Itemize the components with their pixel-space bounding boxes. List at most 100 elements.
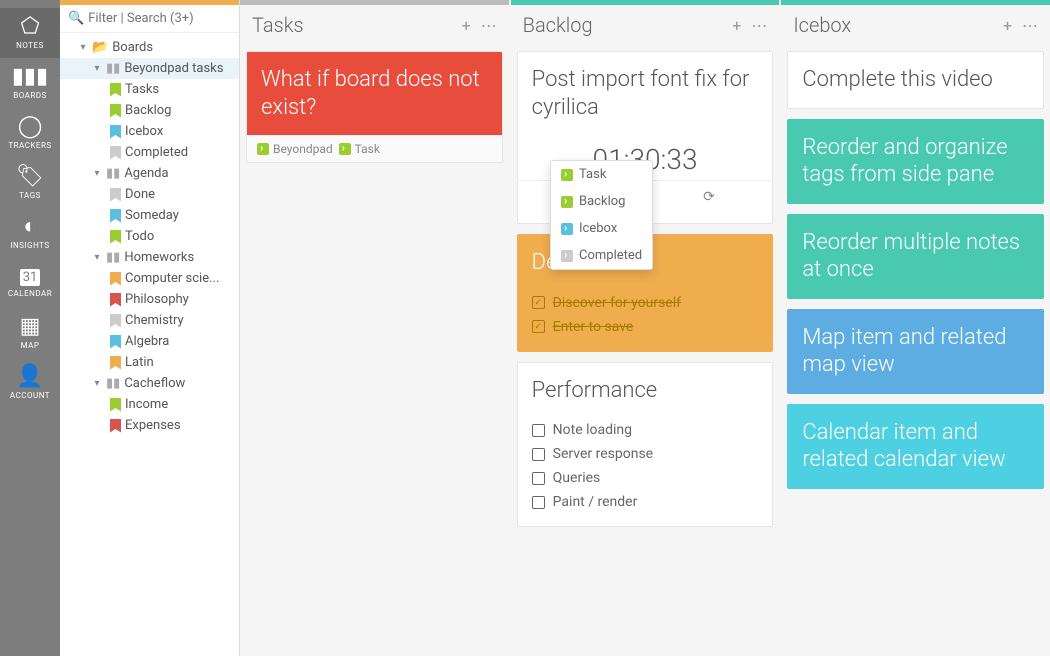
card-title: Complete this video [788,52,1043,108]
icebox-card[interactable]: Reorder multiple notes at once [787,214,1044,299]
icebox-card[interactable]: Map item and related map view [787,309,1044,394]
refresh-button[interactable]: ⟳ [646,181,773,213]
nav-tags[interactable]: 🏷TAGS [0,158,60,208]
tree-item[interactable]: Icebox [60,121,239,142]
tree-item[interactable]: Someday [60,205,239,226]
map-icon: ▦ [20,316,41,338]
dropdown-item[interactable]: Task [551,161,652,188]
column-body: Complete this video Reorder and organize… [781,45,1050,656]
bookmark-icon [110,335,121,349]
arrow-icon [339,143,351,155]
tree-group-cacheflow[interactable]: ▾▮▮Cacheflow [60,373,239,394]
nav-boards[interactable]: ▮▮▮BOARDS [0,58,60,108]
books-icon: ▮▮ [106,376,120,391]
add-icon[interactable]: + [732,16,741,35]
tree-item[interactable]: Latin [60,352,239,373]
column-title: Backlog [523,13,733,37]
checklist: Note loading Server response Queries Pai… [518,418,773,526]
task-card[interactable]: What if board does not exist? Beyondpad … [246,51,503,163]
icebox-card[interactable]: Reorder and organize tags from side pane [787,119,1044,204]
check-item[interactable]: Paint / render [532,490,759,514]
checkbox-icon: ✓ [532,320,545,333]
tag-dropdown[interactable]: Task Backlog Icebox Completed [550,160,653,270]
nav-map[interactable]: ▦MAP [0,308,60,358]
more-icon[interactable]: ⋯ [1022,16,1038,35]
tree-item[interactable]: Expenses [60,415,239,436]
column-header: Backlog + ⋯ [511,5,780,45]
tree-item[interactable]: Done [60,184,239,205]
person-icon: 👤 [16,366,43,388]
folder-icon: 📂 [92,40,108,55]
tree-item[interactable]: Todo [60,226,239,247]
books-icon: ▮▮ [106,166,120,181]
bookmark-icon [110,188,121,202]
calendar-icon: 31 [20,269,41,286]
tags-icon: 🏷 [16,166,44,188]
bookmark-icon [110,272,121,286]
check-item[interactable]: Queries [532,466,759,490]
tree-root[interactable]: ▾📂Boards [60,37,239,58]
nav-account[interactable]: 👤ACCOUNT [0,358,60,408]
nav-notes[interactable]: ⬠NOTES [0,8,60,58]
chevron-down-icon: ▾ [92,63,102,74]
bookmark-icon [110,125,121,139]
search-input[interactable] [88,11,231,26]
tree-item[interactable]: Computer scie... [60,268,239,289]
board-main: Tasks + ⋯ What if board does not exist? B… [240,0,1050,656]
tree-item[interactable]: Philosophy [60,289,239,310]
nav-calendar[interactable]: 31CALENDAR [0,258,60,308]
check-item[interactable]: Note loading [532,418,759,442]
column-backlog: Backlog + ⋯ Post import font fix for cyri… [511,0,780,656]
more-icon[interactable]: ⋯ [751,16,767,35]
tree-item[interactable]: Income [60,394,239,415]
tree-item[interactable]: Backlog [60,100,239,121]
bookmark-icon [110,356,121,370]
more-icon[interactable]: ⋯ [481,16,497,35]
arrow-icon [257,143,269,155]
bookmark-icon [110,83,121,97]
tree-item[interactable]: Chemistry [60,310,239,331]
card-title: What if board does not exist? [247,52,502,135]
column-title: Tasks [252,13,462,37]
bookmark-icon [110,419,121,433]
checkbox-icon [532,472,545,485]
chevron-down-icon: ▾ [92,252,102,263]
card-title: Map item and related map view [788,310,1043,393]
dropdown-item[interactable]: Icebox [551,215,652,242]
tree-item[interactable]: Tasks [60,79,239,100]
check-item[interactable]: ✓Discover for yourself [532,291,759,315]
card-title: Post import font fix for cyrilica [518,52,773,135]
column-body: What if board does not exist? Beyondpad … [240,45,509,656]
tag-beyondpad[interactable]: Beyondpad [257,142,333,156]
arrow-icon [561,196,573,208]
dropdown-item[interactable]: Backlog [551,188,652,215]
check-item[interactable]: Server response [532,442,759,466]
nav-insights[interactable]: ◐INSIGHTS [0,208,60,258]
books-icon: ▮▮ [106,61,120,76]
column-tasks: Tasks + ⋯ What if board does not exist? B… [240,0,509,656]
checkbox-icon [532,448,545,461]
tree-group-beyondpad[interactable]: ▾▮▮Beyondpad tasks [60,58,239,79]
bookmark-icon [110,398,121,412]
sidebar-panel: 🔍 ▾📂Boards ▾▮▮Beyondpad tasks Tasks Back… [60,0,240,656]
tree-item[interactable]: Completed [60,142,239,163]
icebox-card[interactable]: Calendar item and related calendar view [787,404,1044,489]
tree-item[interactable]: Algebra [60,331,239,352]
performance-card[interactable]: Performance Note loading Server response… [517,362,774,528]
icebox-card[interactable]: Complete this video [787,51,1044,109]
add-icon[interactable]: + [1003,16,1012,35]
card-tags: Beyondpad Task [247,135,502,162]
check-item[interactable]: ✓Enter to save [532,315,759,339]
add-icon[interactable]: + [462,16,471,35]
nav-sidebar: ⬠NOTES ▮▮▮BOARDS ◯TRACKERS 🏷TAGS ◐INSIGH… [0,0,60,656]
tree-group-homeworks[interactable]: ▾▮▮Homeworks [60,247,239,268]
tag-task[interactable]: Task [339,142,380,156]
card-title: Reorder multiple notes at once [788,215,1043,298]
dropdown-item[interactable]: Completed [551,242,652,269]
nav-trackers[interactable]: ◯TRACKERS [0,108,60,158]
search-icon: 🔍 [68,11,84,26]
tree-group-agenda[interactable]: ▾▮▮Agenda [60,163,239,184]
search-row[interactable]: 🔍 [60,5,239,33]
checkbox-icon [532,496,545,509]
books-icon: ▮▮ [106,250,120,265]
